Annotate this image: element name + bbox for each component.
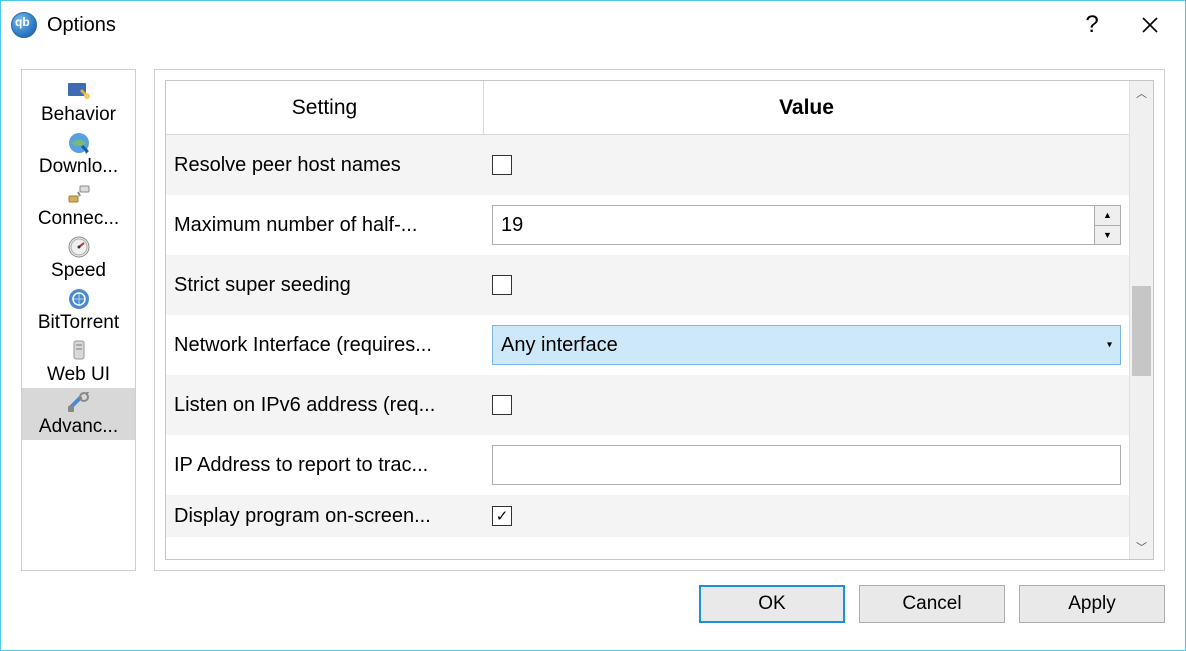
sidebar-item-label: Speed	[51, 260, 106, 282]
sidebar-item-speed[interactable]: Speed	[22, 232, 135, 284]
ip-address-textbox[interactable]	[492, 445, 1121, 485]
sidebar-item-label: Advanc...	[39, 416, 118, 438]
setting-label: Listen on IPv6 address (req...	[166, 394, 484, 417]
behavior-icon	[64, 78, 94, 104]
apply-button[interactable]: Apply	[1019, 585, 1165, 623]
speed-icon	[64, 234, 94, 260]
cancel-button[interactable]: Cancel	[859, 585, 1005, 623]
settings-panel: Setting Value Resolve peer host names Ma…	[154, 69, 1165, 571]
sidebar-item-connection[interactable]: Connec...	[22, 180, 135, 232]
spinbox-value[interactable]: 19	[493, 206, 1094, 244]
scroll-track[interactable]	[1130, 105, 1153, 535]
sidebar-item-advanced[interactable]: Advanc...	[22, 388, 135, 440]
close-icon	[1141, 16, 1159, 34]
setting-label: IP Address to report to trac...	[166, 454, 484, 477]
sidebar-item-label: BitTorrent	[38, 312, 119, 334]
table-row: Listen on IPv6 address (req...	[166, 375, 1129, 435]
scroll-down-button[interactable]: ﹀	[1130, 535, 1153, 559]
qbittorrent-icon	[11, 12, 37, 38]
max-half-open-spinbox[interactable]: 19 ▲ ▼	[492, 205, 1121, 245]
connection-icon	[64, 182, 94, 208]
listen-ipv6-checkbox[interactable]	[492, 395, 512, 415]
table-header: Setting Value	[166, 81, 1129, 135]
table-row: Resolve peer host names	[166, 135, 1129, 195]
strict-super-seeding-checkbox[interactable]	[492, 275, 512, 295]
sidebar-item-webui[interactable]: Web UI	[22, 336, 135, 388]
advanced-icon	[64, 390, 94, 416]
close-button[interactable]	[1121, 5, 1179, 45]
network-interface-combobox[interactable]: Any interface ▾	[492, 325, 1121, 365]
spin-up-button[interactable]: ▲	[1095, 206, 1120, 226]
display-osd-checkbox[interactable]	[492, 506, 512, 526]
sidebar-item-bittorrent[interactable]: BitTorrent	[22, 284, 135, 336]
table-row: Network Interface (requires... Any inter…	[166, 315, 1129, 375]
setting-label: Maximum number of half-...	[166, 214, 484, 237]
chevron-down-icon: ▾	[1107, 340, 1112, 351]
sidebar-item-label: Behavior	[41, 104, 116, 126]
table-row: IP Address to report to trac...	[166, 435, 1129, 495]
table-row: Maximum number of half-... 19 ▲ ▼	[166, 195, 1129, 255]
sidebar-item-label: Downlo...	[39, 156, 118, 178]
dialog-button-row: OK Cancel Apply	[1, 571, 1185, 623]
scroll-thumb[interactable]	[1132, 286, 1151, 376]
table-row: Display program on-screen...	[166, 495, 1129, 537]
scroll-up-button[interactable]: ︿	[1130, 81, 1153, 105]
sidebar-item-label: Web UI	[47, 364, 110, 386]
setting-label: Network Interface (requires...	[166, 334, 484, 357]
sidebar-item-downloads[interactable]: Downlo...	[22, 128, 135, 180]
table-row: Strict super seeding	[166, 255, 1129, 315]
vertical-scrollbar[interactable]: ︿ ﹀	[1129, 81, 1153, 559]
titlebar: Options ?	[1, 1, 1185, 49]
bittorrent-icon	[64, 286, 94, 312]
setting-label: Strict super seeding	[166, 274, 484, 297]
ok-button[interactable]: OK	[699, 585, 845, 623]
sidebar-item-behavior[interactable]: Behavior	[22, 76, 135, 128]
resolve-peer-hostnames-checkbox[interactable]	[492, 155, 512, 175]
combobox-value: Any interface	[501, 334, 618, 357]
downloads-icon	[64, 130, 94, 156]
column-header-value[interactable]: Value	[484, 81, 1129, 134]
category-sidebar: Behavior Downlo... Connec... Speed BitTo…	[21, 69, 136, 571]
window-title: Options	[47, 14, 116, 37]
setting-label: Resolve peer host names	[166, 154, 484, 177]
help-button[interactable]: ?	[1063, 5, 1121, 45]
sidebar-item-label: Connec...	[38, 208, 119, 230]
column-header-setting[interactable]: Setting	[166, 81, 484, 134]
setting-label: Display program on-screen...	[166, 505, 484, 528]
settings-table: Setting Value Resolve peer host names Ma…	[165, 80, 1154, 560]
webui-icon	[64, 338, 94, 364]
spin-down-button[interactable]: ▼	[1095, 226, 1120, 245]
